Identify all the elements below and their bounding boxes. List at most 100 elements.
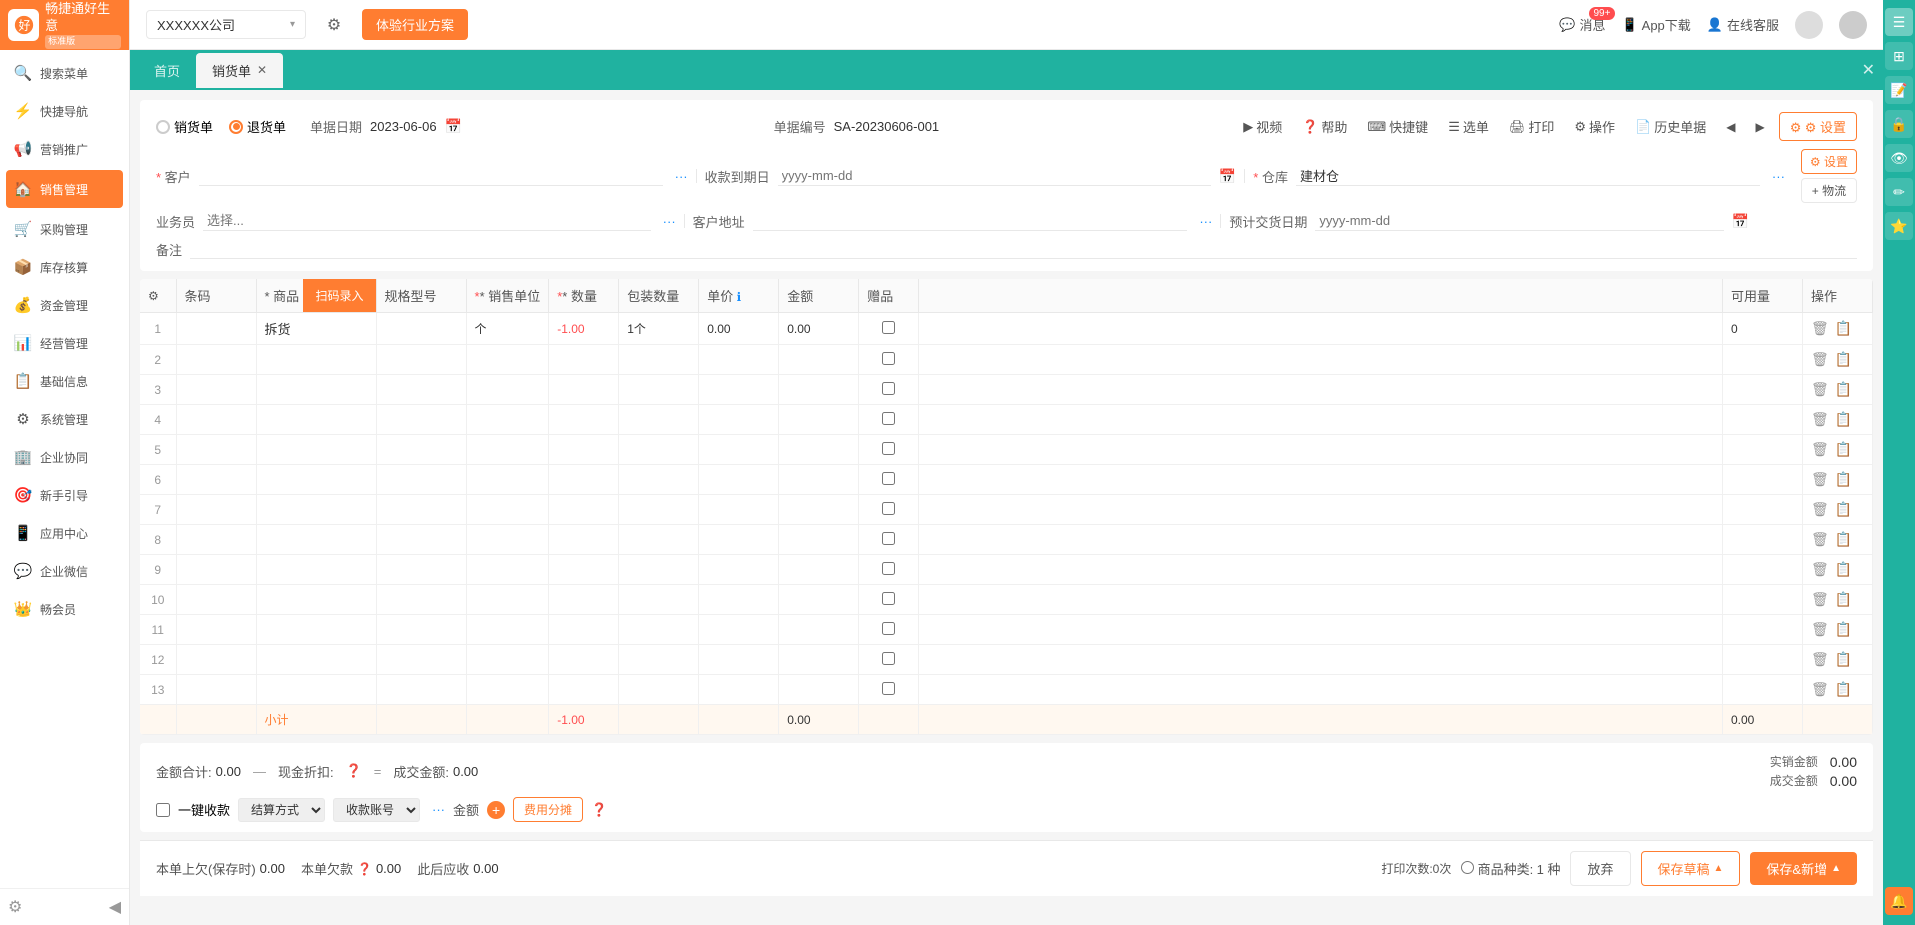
row-unit[interactable] bbox=[466, 405, 549, 435]
row-unit[interactable] bbox=[466, 555, 549, 585]
row-qty[interactable] bbox=[549, 555, 619, 585]
expected-date-calendar-icon[interactable]: 📅 bbox=[1732, 213, 1749, 230]
discount-help-icon[interactable]: ❓ bbox=[346, 763, 362, 779]
row-barcode[interactable] bbox=[176, 375, 256, 405]
row-unit[interactable] bbox=[466, 465, 549, 495]
row-copy-icon[interactable]: 📋 bbox=[1835, 351, 1852, 368]
tab-home[interactable]: 首页 bbox=[138, 53, 196, 88]
sidebar-item-finance[interactable]: 💰 资金管理 bbox=[0, 286, 129, 324]
row-barcode[interactable] bbox=[176, 313, 256, 345]
sidebar-item-basic[interactable]: 📋 基础信息 bbox=[0, 362, 129, 400]
row-spec[interactable] bbox=[376, 675, 466, 705]
row-barcode[interactable] bbox=[176, 465, 256, 495]
account-select[interactable]: 收款账号 bbox=[333, 798, 420, 822]
row-copy-icon[interactable]: 📋 bbox=[1835, 471, 1852, 488]
address-dots-btn[interactable]: ··· bbox=[1199, 214, 1212, 229]
row-product[interactable] bbox=[256, 435, 376, 465]
chat-button[interactable]: 💬 消息 99+ bbox=[1559, 15, 1605, 34]
user-avatar[interactable] bbox=[1795, 11, 1823, 39]
abandon-button[interactable]: 放弃 bbox=[1570, 851, 1630, 886]
row-barcode[interactable] bbox=[176, 345, 256, 375]
row-barcode[interactable] bbox=[176, 555, 256, 585]
row-product[interactable] bbox=[256, 465, 376, 495]
row-spec[interactable] bbox=[376, 465, 466, 495]
expense-split-button[interactable]: 费用分摊 bbox=[513, 797, 583, 822]
warehouse-input[interactable] bbox=[1296, 166, 1760, 186]
row-amount[interactable] bbox=[779, 495, 859, 525]
tab-close-icon[interactable]: ✕ bbox=[257, 63, 267, 77]
warehouse-dots-btn[interactable]: ··· bbox=[1772, 169, 1785, 184]
sidebar-item-member[interactable]: 👑 畅会员 bbox=[0, 590, 129, 628]
row-barcode[interactable] bbox=[176, 585, 256, 615]
video-btn[interactable]: ▶视频 bbox=[1237, 115, 1288, 138]
select-btn[interactable]: ☰选单 bbox=[1442, 115, 1495, 138]
sidebar-item-wechat[interactable]: 💬 企业微信 bbox=[0, 552, 129, 590]
row-delete-icon[interactable]: 🗑 bbox=[1811, 651, 1829, 668]
history-btn[interactable]: 📄历史单据 bbox=[1629, 115, 1712, 138]
row-delete-icon[interactable]: 🗑 bbox=[1811, 441, 1829, 458]
row-spec[interactable] bbox=[376, 645, 466, 675]
settlement-select[interactable]: 结算方式 bbox=[238, 798, 325, 822]
row-gift[interactable] bbox=[859, 435, 919, 465]
sidebar-item-enterprise[interactable]: 🏢 企业协同 bbox=[0, 438, 129, 476]
shortcut-btn[interactable]: ⌨快捷键 bbox=[1361, 115, 1434, 138]
row-product[interactable] bbox=[256, 645, 376, 675]
row-product[interactable]: 拆货 bbox=[256, 313, 376, 345]
right-panel-grid-view[interactable]: ⊞ bbox=[1885, 42, 1913, 70]
row-spec[interactable] bbox=[376, 615, 466, 645]
row-pkgqty[interactable] bbox=[619, 435, 699, 465]
sidebar-item-marketing[interactable]: 📢 营销推广 bbox=[0, 130, 129, 168]
row-qty[interactable] bbox=[549, 585, 619, 615]
customer-input[interactable] bbox=[199, 166, 663, 186]
row-price[interactable] bbox=[699, 615, 779, 645]
settings-button-right[interactable]: ⚙ 设置 bbox=[1801, 149, 1857, 174]
row-amount[interactable] bbox=[779, 645, 859, 675]
scan-button[interactable]: 扫码录入 bbox=[303, 279, 375, 312]
row-qty[interactable] bbox=[549, 525, 619, 555]
row-price[interactable] bbox=[699, 675, 779, 705]
row-price[interactable] bbox=[699, 525, 779, 555]
row-pkgqty[interactable]: 1个 bbox=[619, 313, 699, 345]
row-barcode[interactable] bbox=[176, 675, 256, 705]
row-gift[interactable] bbox=[859, 585, 919, 615]
row-unit[interactable] bbox=[466, 525, 549, 555]
row-unit[interactable] bbox=[466, 435, 549, 465]
date-calendar-icon[interactable]: 📅 bbox=[445, 118, 462, 135]
row-amount[interactable]: 0.00 bbox=[779, 313, 859, 345]
row-amount[interactable] bbox=[779, 615, 859, 645]
row-product[interactable] bbox=[256, 555, 376, 585]
row-delete-icon[interactable]: 🗑 bbox=[1811, 501, 1829, 518]
row-copy-icon[interactable]: 📋 bbox=[1835, 621, 1852, 638]
row-price[interactable] bbox=[699, 405, 779, 435]
expense-help-icon[interactable]: ❓ bbox=[591, 802, 607, 818]
tabbar-close-button[interactable]: ✕ bbox=[1862, 60, 1875, 80]
row-copy-icon[interactable]: 📋 bbox=[1835, 381, 1852, 398]
row-price[interactable] bbox=[699, 345, 779, 375]
row-delete-icon[interactable]: 🗑 bbox=[1811, 351, 1829, 368]
row-copy-icon[interactable]: 📋 bbox=[1835, 681, 1852, 698]
row-amount[interactable] bbox=[779, 405, 859, 435]
row-pkgqty[interactable] bbox=[619, 675, 699, 705]
row-unit[interactable] bbox=[466, 615, 549, 645]
row-delete-icon[interactable]: 🗑 bbox=[1811, 621, 1829, 638]
row-unit[interactable] bbox=[466, 675, 549, 705]
right-panel-note[interactable]: 📝 bbox=[1885, 76, 1913, 104]
next-btn[interactable]: ▶ bbox=[1750, 118, 1771, 136]
row-product[interactable] bbox=[256, 525, 376, 555]
sidebar-item-quick-nav[interactable]: ⚡ 快捷导航 bbox=[0, 92, 129, 130]
row-spec[interactable] bbox=[376, 405, 466, 435]
online-service-button[interactable]: 👤 在线客服 bbox=[1707, 15, 1779, 34]
sidebar-item-guide[interactable]: 🎯 新手引导 bbox=[0, 476, 129, 514]
row-copy-icon[interactable]: 📋 bbox=[1835, 591, 1852, 608]
row-product[interactable] bbox=[256, 495, 376, 525]
row-product[interactable] bbox=[256, 615, 376, 645]
help-btn[interactable]: ❓帮助 bbox=[1296, 115, 1353, 138]
due-date-input[interactable] bbox=[778, 166, 1211, 186]
row-product[interactable] bbox=[256, 375, 376, 405]
row-gift[interactable] bbox=[859, 615, 919, 645]
row-pkgqty[interactable] bbox=[619, 525, 699, 555]
row-amount[interactable] bbox=[779, 525, 859, 555]
sidebar-item-appstore[interactable]: 📱 应用中心 bbox=[0, 514, 129, 552]
row-copy-icon[interactable]: 📋 bbox=[1835, 411, 1852, 428]
row-copy-icon[interactable]: 📋 bbox=[1835, 441, 1852, 458]
